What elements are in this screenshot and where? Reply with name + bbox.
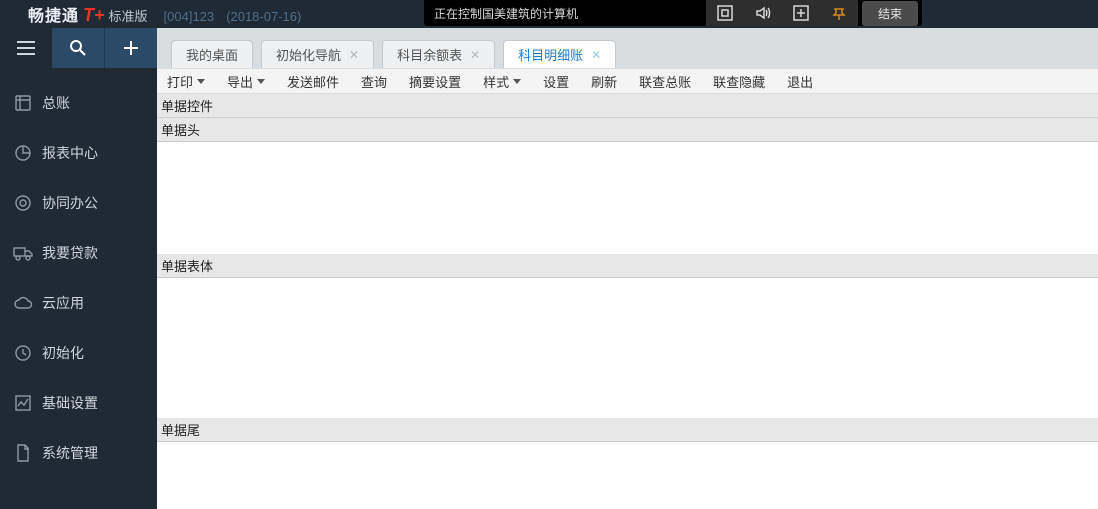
- tb-summary[interactable]: 摘要设置: [409, 72, 461, 91]
- ledger-icon: [10, 94, 36, 112]
- sidebar-item-label: 报表中心: [42, 143, 98, 163]
- brand-org: [004]123: [164, 9, 215, 24]
- brand-name: 畅捷通: [28, 2, 79, 26]
- sidebar-item-label: 总账: [42, 93, 70, 113]
- brand-logo: T+: [83, 5, 105, 26]
- tb-settings[interactable]: 设置: [543, 72, 569, 91]
- caret-icon: [257, 79, 265, 84]
- sidebar-item-label: 协同办公: [42, 193, 98, 213]
- collapse-button[interactable]: [0, 28, 52, 68]
- brand: 畅捷通 T+ 标准版 [004]123 (2018-07-16): [28, 2, 301, 26]
- new-window-icon[interactable]: [782, 5, 820, 21]
- section-doc-body: 单据表体: [157, 254, 1098, 278]
- brand-date: (2018-07-16): [226, 9, 301, 24]
- tb-label: 摘要设置: [409, 72, 461, 91]
- target-icon: [10, 194, 36, 212]
- tab-label: 初始化导航: [276, 45, 341, 64]
- tb-label: 设置: [543, 72, 569, 91]
- sidebar-item-initialize[interactable]: 初始化: [0, 328, 157, 378]
- speaker-icon[interactable]: [744, 5, 782, 21]
- tab-balance-sheet[interactable]: 科目余额表 ✕: [382, 40, 495, 68]
- app-bar: 畅捷通 T+ 标准版 [004]123 (2018-07-16) 正在控制国美建…: [0, 0, 1098, 28]
- remote-end-button[interactable]: 结束: [862, 1, 918, 26]
- truck-icon: [10, 245, 36, 261]
- tb-label: 发送邮件: [287, 72, 339, 91]
- tb-label: 退出: [787, 72, 813, 91]
- tb-sendmail[interactable]: 发送邮件: [287, 72, 339, 91]
- tb-print[interactable]: 打印: [167, 72, 205, 91]
- tab-strip: 我的桌面 初始化导航 ✕ 科目余额表 ✕ 科目明细账 ✕: [157, 28, 1098, 68]
- chart-icon: [10, 144, 36, 162]
- add-button[interactable]: [104, 28, 157, 68]
- tab-label: 科目余额表: [397, 45, 462, 64]
- tb-refresh[interactable]: 刷新: [591, 72, 617, 91]
- fullscreen-icon[interactable]: [706, 5, 744, 21]
- section-body: [157, 442, 1098, 497]
- section-doc-header: 单据头: [157, 118, 1098, 142]
- remote-message: 正在控制国美建筑的计算机: [424, 5, 706, 22]
- section-doc-footer: 单据尾: [157, 418, 1098, 442]
- remote-icons: [706, 0, 858, 26]
- close-icon[interactable]: ✕: [349, 48, 359, 62]
- caret-icon: [513, 79, 521, 84]
- tab-label: 科目明细账: [518, 45, 583, 64]
- content: 单据控件 单据头 单据表体 单据尾: [157, 94, 1098, 509]
- tb-label: 刷新: [591, 72, 617, 91]
- pin-icon[interactable]: [820, 5, 858, 21]
- tab-my-desktop[interactable]: 我的桌面: [171, 40, 253, 68]
- sidebar-item-report-center[interactable]: 报表中心: [0, 128, 157, 178]
- close-icon[interactable]: ✕: [470, 48, 480, 62]
- caret-icon: [197, 79, 205, 84]
- tab-detail-ledger[interactable]: 科目明细账 ✕: [503, 40, 616, 68]
- sidebar-item-general-ledger[interactable]: 总账: [0, 78, 157, 128]
- sidebar-item-label: 初始化: [42, 343, 84, 363]
- tb-exit[interactable]: 退出: [787, 72, 813, 91]
- sidebar-item-system-admin[interactable]: 系统管理: [0, 428, 157, 478]
- toolbar: 打印 导出 发送邮件 查询 摘要设置 样式 设置 刷新 联查总账 联查隐藏 退出: [157, 68, 1098, 94]
- section-doc-controls: 单据控件: [157, 94, 1098, 118]
- remote-control-bar: 正在控制国美建筑的计算机 结束: [424, 0, 922, 26]
- tb-link-hide[interactable]: 联查隐藏: [713, 72, 765, 91]
- sidebar-item-label: 基础设置: [42, 393, 98, 413]
- trend-icon: [10, 394, 36, 412]
- sidebar-item-cloud-app[interactable]: 云应用: [0, 278, 157, 328]
- left-rail: 总账 报表中心 协同办公 我要贷款 云应用: [0, 28, 157, 509]
- section-body: [157, 278, 1098, 418]
- tb-export[interactable]: 导出: [227, 72, 265, 91]
- tb-query[interactable]: 查询: [361, 72, 387, 91]
- sidebar-item-collaboration[interactable]: 协同办公: [0, 178, 157, 228]
- close-icon[interactable]: ✕: [591, 48, 601, 62]
- sidebar-item-basic-settings[interactable]: 基础设置: [0, 378, 157, 428]
- sidebar-item-label: 我要贷款: [42, 243, 98, 263]
- sidebar-item-label: 系统管理: [42, 443, 98, 463]
- clock-icon: [10, 344, 36, 362]
- tb-label: 打印: [167, 72, 193, 91]
- rail-menu: 总账 报表中心 协同办公 我要贷款 云应用: [0, 68, 157, 478]
- search-button[interactable]: [52, 28, 104, 68]
- cloud-icon: [10, 296, 36, 310]
- section-body: [157, 142, 1098, 254]
- doc-icon: [10, 444, 36, 462]
- tb-label: 样式: [483, 72, 509, 91]
- sidebar-item-label: 云应用: [42, 293, 84, 313]
- app-menu-icon[interactable]: [0, 7, 28, 21]
- tab-label: 我的桌面: [186, 45, 238, 64]
- tab-init-guide[interactable]: 初始化导航 ✕: [261, 40, 374, 68]
- tb-link-ledger[interactable]: 联查总账: [639, 72, 691, 91]
- rail-top: [0, 28, 157, 68]
- sidebar-item-loan[interactable]: 我要贷款: [0, 228, 157, 278]
- tb-label: 联查隐藏: [713, 72, 765, 91]
- main-area: 我的桌面 初始化导航 ✕ 科目余额表 ✕ 科目明细账 ✕ 打印 导出 发送邮件 …: [157, 28, 1098, 509]
- tb-label: 导出: [227, 72, 253, 91]
- brand-edition: 标准版: [109, 6, 148, 25]
- tb-style[interactable]: 样式: [483, 72, 521, 91]
- tb-label: 联查总账: [639, 72, 691, 91]
- tb-label: 查询: [361, 72, 387, 91]
